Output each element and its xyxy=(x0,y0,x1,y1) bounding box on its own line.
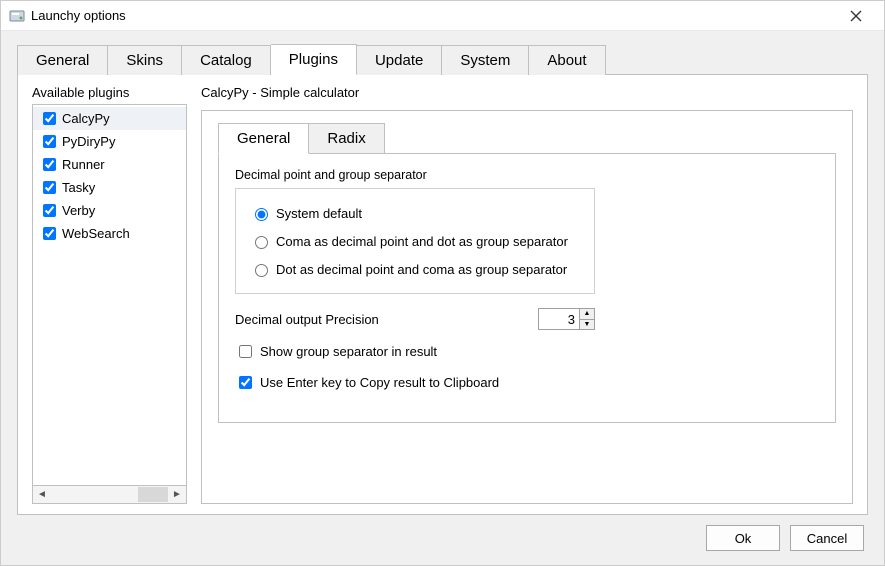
radio-system-default[interactable]: System default xyxy=(250,199,580,227)
plugin-item-tasky[interactable]: Tasky xyxy=(33,176,186,199)
tab-skins[interactable]: Skins xyxy=(108,45,182,75)
plugin-label: Verby xyxy=(62,203,95,218)
scroll-left-arrow[interactable]: ◄ xyxy=(33,486,51,503)
radio-coma-decimal[interactable]: Coma as decimal point and dot as group s… xyxy=(250,227,580,255)
plugin-detail-panel: General Radix Decimal point and group se… xyxy=(201,110,853,504)
plugin-item-verby[interactable]: Verby xyxy=(33,199,186,222)
main-panel: Available plugins CalcyPy PyDiryPy Runne… xyxy=(17,74,868,515)
content-area: General Skins Catalog Plugins Update Sys… xyxy=(1,31,884,565)
plugin-list[interactable]: CalcyPy PyDiryPy Runner Tasky xyxy=(32,104,187,486)
radio-label: System default xyxy=(276,206,362,221)
radio-dot-decimal[interactable]: Dot as decimal point and coma as group s… xyxy=(250,255,580,283)
ok-button[interactable]: Ok xyxy=(706,525,780,551)
main-tabs: General Skins Catalog Plugins Update Sys… xyxy=(17,43,868,74)
plugins-column: Available plugins CalcyPy PyDiryPy Runne… xyxy=(32,85,187,504)
tab-about[interactable]: About xyxy=(529,45,605,75)
precision-row: Decimal output Precision ▲ ▼ xyxy=(235,308,595,330)
radio-input[interactable] xyxy=(255,236,268,249)
cancel-button[interactable]: Cancel xyxy=(790,525,864,551)
scroll-right-arrow[interactable]: ► xyxy=(168,486,186,503)
tab-update[interactable]: Update xyxy=(357,45,442,75)
plugin-label: Runner xyxy=(62,157,105,172)
separator-heading: Decimal point and group separator xyxy=(235,168,819,182)
spinner-down[interactable]: ▼ xyxy=(580,320,594,330)
sub-tab-content: Decimal point and group separator System… xyxy=(218,153,836,423)
close-icon xyxy=(850,10,862,22)
checkbox-input[interactable] xyxy=(239,345,252,358)
plugin-checkbox[interactable] xyxy=(43,181,56,194)
sub-tabs: General Radix xyxy=(218,123,836,154)
app-icon xyxy=(9,8,25,24)
plugin-label: Tasky xyxy=(62,180,95,195)
radio-label: Dot as decimal point and coma as group s… xyxy=(276,262,567,277)
separator-radio-group: System default Coma as decimal point and… xyxy=(235,188,595,294)
plugin-detail-title: CalcyPy - Simple calculator xyxy=(201,85,853,100)
tab-catalog[interactable]: Catalog xyxy=(182,45,271,75)
tab-general[interactable]: General xyxy=(17,45,108,75)
plugin-checkbox[interactable] xyxy=(43,204,56,217)
options-dialog: Launchy options General Skins Catalog Pl… xyxy=(0,0,885,566)
plugin-checkbox[interactable] xyxy=(43,112,56,125)
precision-spinner[interactable]: ▲ ▼ xyxy=(538,308,595,330)
tab-plugins[interactable]: Plugins xyxy=(271,44,357,75)
sub-tab-radix[interactable]: Radix xyxy=(309,123,384,154)
plugin-item-calcypy[interactable]: CalcyPy xyxy=(33,107,186,130)
spinner-up[interactable]: ▲ xyxy=(580,309,594,320)
plugin-item-websearch[interactable]: WebSearch xyxy=(33,222,186,245)
plugin-label: CalcyPy xyxy=(62,111,110,126)
radio-label: Coma as decimal point and dot as group s… xyxy=(276,234,568,249)
scroll-track[interactable] xyxy=(51,486,168,503)
window-close-button[interactable] xyxy=(836,2,876,30)
plugin-label: PyDiryPy xyxy=(62,134,115,149)
sub-tab-general[interactable]: General xyxy=(218,123,309,154)
plugin-label: WebSearch xyxy=(62,226,130,241)
plugin-checkbox[interactable] xyxy=(43,135,56,148)
checkbox-label: Show group separator in result xyxy=(260,344,437,359)
radio-input[interactable] xyxy=(255,264,268,277)
radio-input[interactable] xyxy=(255,208,268,221)
titlebar: Launchy options xyxy=(1,1,884,31)
enter-copy-checkbox[interactable]: Use Enter key to Copy result to Clipboar… xyxy=(235,373,819,392)
checkbox-label: Use Enter key to Copy result to Clipboar… xyxy=(260,375,499,390)
dialog-button-row: Ok Cancel xyxy=(17,515,868,555)
plugin-item-runner[interactable]: Runner xyxy=(33,153,186,176)
tab-system[interactable]: System xyxy=(442,45,529,75)
plugin-detail-column: CalcyPy - Simple calculator General Radi… xyxy=(201,85,853,504)
plugin-checkbox[interactable] xyxy=(43,158,56,171)
plugin-item-pydirypy[interactable]: PyDiryPy xyxy=(33,130,186,153)
checkbox-input[interactable] xyxy=(239,376,252,389)
show-group-separator-checkbox[interactable]: Show group separator in result xyxy=(235,342,819,361)
window-title: Launchy options xyxy=(31,8,836,23)
plugin-checkbox[interactable] xyxy=(43,227,56,240)
scroll-thumb[interactable] xyxy=(138,487,168,502)
precision-label: Decimal output Precision xyxy=(235,312,379,327)
plugins-heading: Available plugins xyxy=(32,85,187,100)
plugin-list-hscrollbar[interactable]: ◄ ► xyxy=(32,486,187,504)
precision-input[interactable] xyxy=(539,309,579,329)
